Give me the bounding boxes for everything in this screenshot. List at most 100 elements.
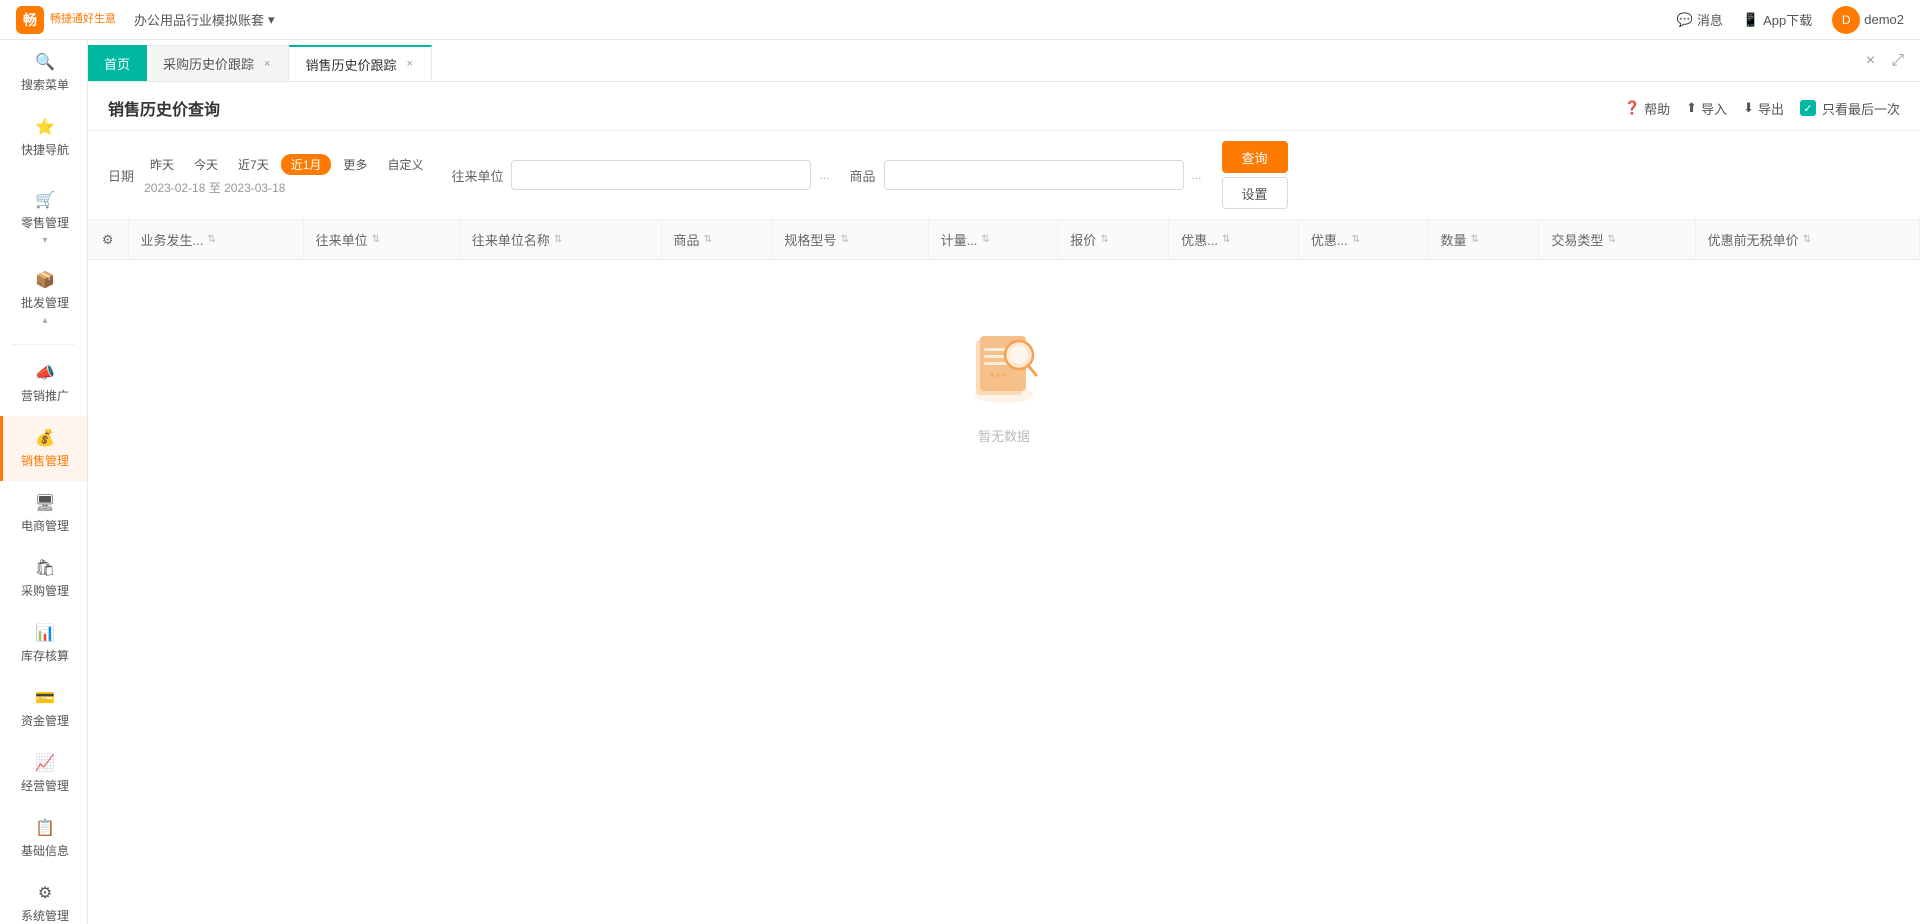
close-all-btn[interactable]: × [1862, 48, 1879, 74]
sidebar-item-search-menu[interactable]: 🔍 搜索菜单 [0, 40, 87, 105]
tab-purchase-history[interactable]: 采购历史价跟踪 × [147, 45, 289, 81]
import-btn[interactable]: ⬆ 导入 [1686, 99, 1727, 118]
purchase-history-tab-label: 采购历史价跟踪 [163, 54, 254, 73]
th-unit[interactable]: 计量... ⇅ [928, 220, 1058, 260]
th-gear[interactable]: ⚙ [88, 220, 128, 260]
query-btn[interactable]: 查询 [1222, 141, 1288, 173]
gear-icon: ⚙ [102, 232, 114, 247]
sidebar-item-system[interactable]: ⚙ 系统管理 [0, 871, 87, 924]
th-quote[interactable]: 报价 ⇅ [1058, 220, 1169, 260]
sidebar-item-label: 采购管理 [21, 582, 69, 599]
sales-history-tab-close[interactable]: × [404, 56, 414, 72]
goods-input[interactable] [884, 160, 1184, 190]
import-label: 导入 [1701, 99, 1727, 118]
chevron-down-icon: ▾ [268, 12, 275, 28]
filter-bar: 日期 昨天 今天 近7天 近1月 更多 自定义 2023-02-18 至 202… [88, 131, 1920, 220]
app-selector-label: 办公用品行业模拟账套 [134, 10, 264, 29]
date-preset-last1m[interactable]: 近1月 [281, 154, 332, 175]
sidebar-item-label: 搜索菜单 [21, 76, 69, 93]
sidebar-item-label: 电商管理 [21, 517, 69, 534]
sort-trade-type-icon: ⇅ [1607, 234, 1615, 245]
sidebar-item-quick-nav[interactable]: ⭐ 快捷导航 [0, 105, 87, 170]
home-tab-label: 首页 [104, 54, 130, 73]
wholesale-sub [0, 338, 87, 351]
sidebar-item-wholesale[interactable]: 📦 批发管理 ▴ [0, 258, 87, 338]
tab-home[interactable]: 首页 [88, 45, 147, 81]
app-download-btn[interactable]: 📱 App下载 [1743, 10, 1812, 29]
header-left: 畅 畅捷通好生意 办公用品行业模拟账套 ▾ [16, 6, 283, 34]
maximize-btn[interactable]: ⤢ [1887, 48, 1908, 74]
chevron-up-icon: ▴ [42, 315, 47, 326]
th-discount1[interactable]: 优惠... ⇅ [1169, 220, 1299, 260]
purchase-history-tab-close[interactable]: × [262, 56, 272, 72]
content-area: 首页 采购历史价跟踪 × 销售历史价跟踪 × × ⤢ 销售历史价查询 [88, 40, 1920, 924]
settings-btn[interactable]: 设置 [1222, 177, 1288, 209]
sidebar-item-label: 快捷导航 [21, 141, 69, 158]
sort-quote-icon: ⇅ [1100, 234, 1108, 245]
table-header-row: ⚙ 业务发生... ⇅ 往来单 [88, 220, 1920, 260]
sort-discount1-icon: ⇅ [1222, 234, 1230, 245]
tab-bar: 首页 采购历史价跟踪 × 销售历史价跟踪 × × ⤢ [88, 40, 1920, 82]
sidebar-item-inventory[interactable]: 📊 库存核算 [0, 611, 87, 676]
sidebar-item-marketing[interactable]: 📣 营销推广 [0, 351, 87, 416]
th-partner-code[interactable]: 往来单位 ⇅ [303, 220, 459, 260]
th-partner-name[interactable]: 往来单位名称 ⇅ [459, 220, 661, 260]
only-last-checkbox[interactable]: ✓ 只看最后一次 [1800, 99, 1900, 118]
date-preset-today[interactable]: 今天 [186, 154, 226, 175]
sidebar-item-basic[interactable]: 📋 基础信息 [0, 806, 87, 871]
partner-input[interactable] [511, 160, 811, 190]
sidebar-item-ecommerce[interactable]: 🖥 电商管理 [0, 481, 87, 546]
username: demo2 [1864, 12, 1904, 27]
sidebar-item-finance[interactable]: 💳 资金管理 [0, 676, 87, 741]
data-table: ⚙ 业务发生... ⇅ 往来单 [88, 220, 1920, 260]
partner-filter-label: 往来单位 [451, 166, 503, 185]
empty-text: 暂无数据 [978, 426, 1030, 445]
basic-icon: 📋 [35, 818, 55, 838]
sidebar-item-label: 库存核算 [21, 647, 69, 664]
user-profile[interactable]: D demo2 [1832, 6, 1904, 34]
sidebar-item-operation[interactable]: 📈 经营管理 [0, 741, 87, 806]
message-label: 消息 [1697, 10, 1723, 29]
sidebar-item-retail[interactable]: 🛒 零售管理 ▾ [0, 178, 87, 258]
th-trade-type[interactable]: 交易类型 ⇅ [1539, 220, 1695, 260]
partner-dots[interactable]: ... [819, 168, 829, 182]
message-btn[interactable]: 💬 消息 [1677, 10, 1723, 29]
sidebar-item-label: 批发管理 [21, 294, 69, 311]
sidebar-item-purchase[interactable]: 🛍 采购管理 [0, 546, 87, 611]
th-discount2[interactable]: 优惠... ⇅ [1298, 220, 1428, 260]
th-qty[interactable]: 数量 ⇅ [1428, 220, 1539, 260]
th-spec[interactable]: 规格型号 ⇅ [772, 220, 928, 260]
page-inner: 销售历史价查询 ❓ 帮助 ⬆ 导入 ⬇ 导出 [88, 82, 1920, 924]
date-preset-custom[interactable]: 自定义 [379, 154, 431, 175]
date-preset-more[interactable]: 更多 [335, 154, 375, 175]
th-biz-date[interactable]: 业务发生... ⇅ [128, 220, 303, 260]
logo-icon: 畅 [16, 6, 44, 34]
chevron-down-icon: ▾ [42, 235, 47, 246]
sidebar-item-label: 经营管理 [21, 777, 69, 794]
sort-partner-name-icon: ⇅ [554, 234, 562, 245]
filter-actions: 查询 设置 [1222, 141, 1288, 209]
th-pre-tax-price[interactable]: 优惠前无税单价 ⇅ [1695, 220, 1919, 260]
sidebar-item-label: 系统管理 [21, 907, 69, 924]
sort-discount2-icon: ⇅ [1352, 234, 1360, 245]
page-title-actions: ❓ 帮助 ⬆ 导入 ⬇ 导出 ✓ 只看最后一次 [1624, 99, 1900, 118]
date-range-display: 2023-02-18 至 2023-03-18 [142, 179, 431, 196]
th-goods[interactable]: 商品 ⇅ [661, 220, 772, 260]
sidebar-item-sales[interactable]: 💰 销售管理 [0, 416, 87, 481]
sub-divider [12, 344, 75, 345]
tab-sales-history[interactable]: 销售历史价跟踪 × [289, 45, 431, 81]
date-preset-yesterday[interactable]: 昨天 [142, 154, 182, 175]
goods-dots[interactable]: ... [1192, 168, 1202, 182]
app-selector[interactable]: 办公用品行业模拟账套 ▾ [126, 6, 283, 33]
sidebar-item-label: 基础信息 [21, 842, 69, 859]
sidebar-item-label: 资金管理 [21, 712, 69, 729]
help-icon: ❓ [1624, 100, 1640, 116]
sales-icon: 💰 [35, 428, 55, 448]
date-preset-last7[interactable]: 近7天 [230, 154, 277, 175]
main-layout: 🔍 搜索菜单 ⭐ 快捷导航 🛒 零售管理 ▾ 📦 批发管理 ▴ 📣 营销推广 💰… [0, 40, 1920, 924]
header-right: 💬 消息 📱 App下载 D demo2 [1677, 6, 1904, 34]
star-icon: ⭐ [35, 117, 55, 137]
date-filter: 昨天 今天 近7天 近1月 更多 自定义 2023-02-18 至 2023-0… [142, 154, 431, 196]
help-btn[interactable]: ❓ 帮助 [1624, 99, 1670, 118]
export-btn[interactable]: ⬇ 导出 [1743, 99, 1784, 118]
